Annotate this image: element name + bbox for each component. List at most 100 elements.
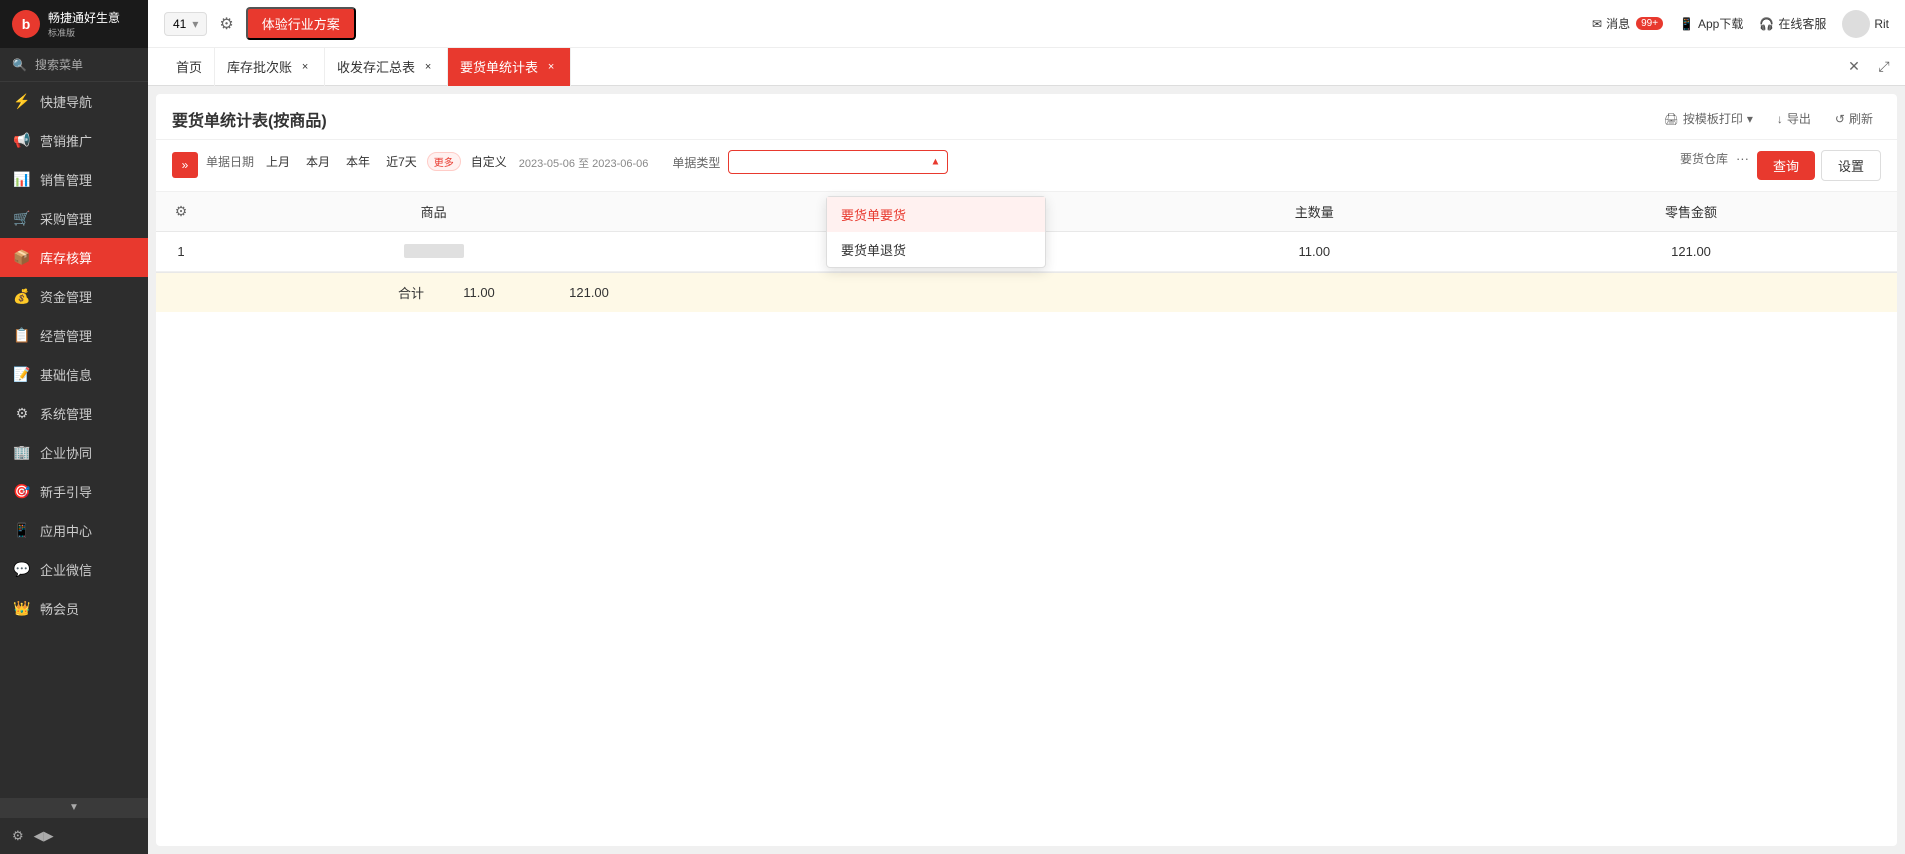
date-quick-select: 上月 本月 本年 近7天 更多 自定义: [260, 150, 513, 173]
sidebar-item-system[interactable]: ⚙ 系统管理: [0, 394, 148, 433]
col-quantity: 主数量: [1144, 192, 1485, 232]
sidebar-search[interactable]: 🔍 搜索菜单: [0, 48, 148, 82]
topbar: 41 ▾ ⚙ 体验行业方案 ✉ 消息 99+ 📱 App下载 🎧 在线客服 R: [148, 0, 1905, 48]
promo-button[interactable]: 体验行业方案: [246, 7, 356, 40]
enterprise-icon: 🏢: [12, 444, 32, 461]
purchase-icon: 🛒: [12, 210, 32, 227]
avatar: [1842, 10, 1870, 38]
product-name-blurred: [404, 244, 464, 258]
sidebar-item-marketing[interactable]: 📢 营销推广: [0, 121, 148, 160]
sidebar-item-wechat[interactable]: 💬 企业微信: [0, 550, 148, 589]
chevron-down-icon: ▾: [192, 17, 198, 31]
search-icon: 🔍: [12, 58, 27, 72]
topbar-right: ✉ 消息 99+ 📱 App下载 🎧 在线客服 Rit: [1592, 10, 1889, 38]
export-button[interactable]: ↓ 导出: [1769, 106, 1819, 131]
footer-quantity: 11.00: [424, 285, 534, 300]
filter-expand-button[interactable]: »: [172, 152, 198, 178]
guide-icon: 🎯: [12, 483, 32, 500]
sidebar-item-guide[interactable]: 🎯 新手引导: [0, 472, 148, 511]
topbar-gear-icon[interactable]: ⚙: [219, 14, 233, 34]
user-profile[interactable]: Rit: [1842, 10, 1889, 38]
quick-nav-icon: ⚡: [12, 93, 32, 110]
store-selector[interactable]: 41 ▾: [164, 12, 207, 36]
date-range-display: 2023-05-06 至 2023-06-06: [519, 155, 649, 171]
close-collect-summary-tab[interactable]: ×: [421, 60, 435, 74]
sidebar-item-app-center[interactable]: 📱 应用中心: [0, 511, 148, 550]
close-inventory-batch-tab[interactable]: ×: [298, 60, 312, 74]
app-icon: 📱: [1679, 17, 1694, 31]
table-footer: 合计 11.00 121.00: [156, 272, 1897, 312]
app-logo: b 畅捷通好生意 标准版: [0, 0, 148, 48]
row-amount: 121.00: [1485, 232, 1897, 272]
wechat-icon: 💬: [12, 561, 32, 578]
service-icon: 🎧: [1759, 17, 1774, 31]
query-button[interactable]: 查询: [1757, 151, 1815, 180]
close-order-summary-tab[interactable]: ×: [544, 60, 558, 74]
dropdown-item-order-return[interactable]: 要货单退货: [827, 232, 1045, 267]
tabbar-actions: ✕ ⤢: [1841, 54, 1905, 80]
sidebar-item-member[interactable]: 👑 畅会员: [0, 589, 148, 628]
message-icon: ✉: [1592, 17, 1602, 31]
sidebar-scroll-down[interactable]: ▼: [0, 798, 148, 817]
custom-date-btn[interactable]: 自定义: [465, 150, 513, 173]
sales-icon: 📊: [12, 171, 32, 188]
col-settings-icon[interactable]: ⚙: [175, 203, 188, 220]
basic-icon: 📝: [12, 366, 32, 383]
settings-button[interactable]: 设置: [1821, 150, 1881, 181]
operation-icon: 📋: [12, 327, 32, 344]
row-product: [206, 232, 661, 272]
filter-bar: » 单据日期 上月 本月 本年 近7天 更多 自定义 2023-05-06 至 …: [156, 140, 1897, 192]
more-dates-tag[interactable]: 更多: [427, 152, 461, 171]
online-service-button[interactable]: 🎧 在线客服: [1759, 15, 1826, 32]
type-dropdown-menu: 要货单要货 要货单退货: [826, 196, 1046, 268]
settings-icon[interactable]: ⚙: [12, 828, 24, 844]
dropdown-item-order-goods[interactable]: 要货单要货: [827, 197, 1045, 232]
col-settings: ⚙: [156, 192, 206, 232]
logo-text: 畅捷通好生意 标准版: [48, 9, 120, 39]
main-area: 41 ▾ ⚙ 体验行业方案 ✉ 消息 99+ 📱 App下载 🎧 在线客服 R: [148, 0, 1905, 854]
restore-tab-button[interactable]: ⤢: [1871, 54, 1897, 80]
tab-home[interactable]: 首页: [164, 48, 215, 86]
tabbar: 首页 库存批次账 × 收发存汇总表 × 要货单统计表 × ✕ ⤢: [148, 48, 1905, 86]
type-select-wrapper: ▲: [728, 150, 948, 174]
last-7-days-btn[interactable]: 近7天: [380, 150, 423, 173]
tab-inventory-batch[interactable]: 库存批次账 ×: [215, 48, 325, 86]
type-filter-group: 单据类型 ▲: [672, 150, 948, 174]
sidebar: b 畅捷通好生意 标准版 🔍 搜索菜单 ⚡ 快捷导航 📢 营销推广 📊 销售管理…: [0, 0, 148, 854]
refresh-icon: ↺: [1835, 112, 1845, 126]
sidebar-item-inventory[interactable]: 📦 库存核算: [0, 238, 148, 277]
sidebar-item-purchase[interactable]: 🛒 采购管理: [0, 199, 148, 238]
tab-collect-summary[interactable]: 收发存汇总表 ×: [325, 48, 448, 86]
sidebar-bottom: ⚙ ◀▶: [0, 817, 148, 854]
sidebar-item-basic[interactable]: 📝 基础信息: [0, 355, 148, 394]
page-header: 要货单统计表(按商品) 🖨 按模板打印 ▾ ↓ 导出 ↺ 刷新: [156, 94, 1897, 140]
sidebar-item-quick-nav[interactable]: ⚡ 快捷导航: [0, 82, 148, 121]
type-select-input[interactable]: [728, 150, 948, 174]
topbar-left: 41 ▾ ⚙ 体验行业方案: [164, 7, 1592, 40]
print-button[interactable]: 🖨 按模板打印 ▾: [1656, 106, 1761, 131]
sidebar-item-finance[interactable]: 💰 资金管理: [0, 277, 148, 316]
col-product: 商品: [206, 192, 661, 232]
warehouse-filter-group: 要货仓库 ···: [1680, 150, 1749, 167]
refresh-button[interactable]: ↺ 刷新: [1827, 106, 1881, 131]
this-month-btn[interactable]: 本月: [300, 150, 336, 173]
app-download-button[interactable]: 📱 App下载: [1679, 15, 1743, 32]
print-icon: 🖨: [1664, 112, 1679, 126]
close-all-tabs-button[interactable]: ✕: [1841, 54, 1867, 80]
footer-amount: 121.00: [534, 285, 644, 300]
logo-icon: b: [12, 10, 40, 38]
message-button[interactable]: ✉ 消息 99+: [1592, 15, 1663, 32]
print-dropdown-icon: ▾: [1747, 112, 1753, 126]
sidebar-item-sales[interactable]: 📊 销售管理: [0, 160, 148, 199]
tab-order-summary[interactable]: 要货单统计表 ×: [448, 48, 571, 86]
sidebar-item-enterprise[interactable]: 🏢 企业协同: [0, 433, 148, 472]
this-year-btn[interactable]: 本年: [340, 150, 376, 173]
footer-values: 11.00 121.00: [424, 285, 644, 300]
warehouse-more-icon[interactable]: ···: [1736, 151, 1749, 166]
page-content: 要货单统计表(按商品) 🖨 按模板打印 ▾ ↓ 导出 ↺ 刷新 »: [156, 94, 1897, 846]
marketing-icon: 📢: [12, 132, 32, 149]
last-month-btn[interactable]: 上月: [260, 150, 296, 173]
sidebar-nav: ⚡ 快捷导航 📢 营销推广 📊 销售管理 🛒 采购管理 📦 库存核算 💰 资金管…: [0, 82, 148, 798]
sidebar-item-operation[interactable]: 📋 经营管理: [0, 316, 148, 355]
collapse-sidebar-icon[interactable]: ◀▶: [34, 828, 54, 844]
